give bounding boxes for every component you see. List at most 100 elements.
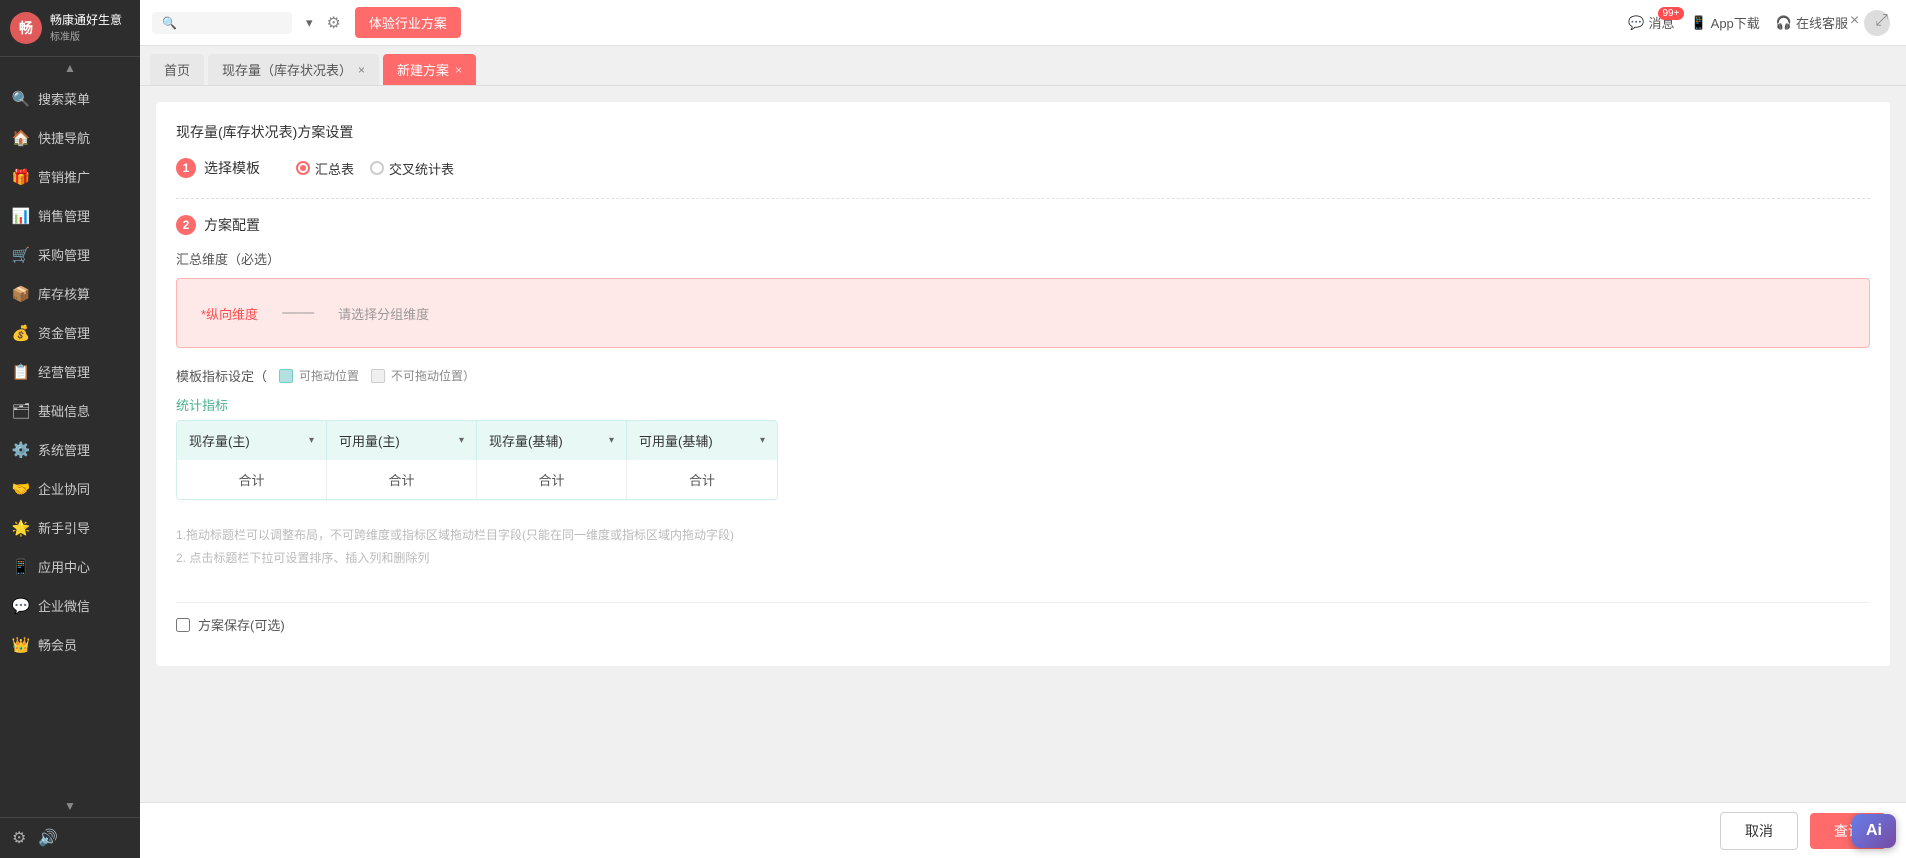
required-text: *纵向维度	[201, 304, 258, 323]
sidebar-item-system[interactable]: ⚙️ 系统管理	[0, 430, 140, 469]
tips-section: 1.拖动标题栏可以调整布局，不可跨维度或指标区域拖动栏目字段(只能在同一维度或指…	[176, 516, 1870, 582]
radio-cross[interactable]: 交叉统计表	[370, 159, 454, 178]
template-radio-group: 汇总表 交叉统计表	[296, 159, 454, 178]
messages-button[interactable]: 💬 消息 99+	[1628, 13, 1674, 32]
page-title: 现存量(库存状况表)方案设置	[176, 122, 1870, 142]
nondrag-box	[371, 369, 385, 383]
col-header-1[interactable]: 可用量(主) ▾	[327, 421, 477, 460]
step2-label: 方案配置	[204, 215, 260, 235]
save-label: 方案保存(可选)	[198, 615, 285, 634]
dimension-pink-box[interactable]: *纵向维度 —— 请选择分组维度	[176, 278, 1870, 348]
sidebar-item-marketing[interactable]: 🎁 营销推广	[0, 157, 140, 196]
chevron-col2[interactable]: ▾	[609, 435, 614, 446]
tab-new-plan[interactable]: 新建方案 ×	[383, 54, 476, 85]
close-icon[interactable]: ×	[1842, 8, 1867, 34]
tab-close-icon[interactable]: ×	[358, 63, 365, 77]
radio-dot-cross	[370, 161, 384, 175]
legend-draggable: 可拖动位置	[279, 367, 359, 384]
step2-header: 2 方案配置	[176, 215, 1870, 235]
indicator-table-body: 合计 合计 合计 合计	[177, 460, 777, 499]
main-area: 🔍 ▾ ⚙ 体验行业方案 💬 消息 99+ 📱 App下载 🎧 在线客服	[140, 0, 1906, 858]
chat-icon: 💬	[12, 597, 30, 615]
app-download-button[interactable]: 📱 App下载	[1690, 13, 1759, 32]
chart-icon: 📊	[12, 207, 30, 225]
col-header-0[interactable]: 现存量(主) ▾	[177, 421, 327, 460]
sidebar-item-label: 搜索菜单	[38, 89, 90, 108]
sidebar-logo: 畅 畅康通好生意 标准版	[0, 0, 140, 57]
dimension-label: 汇总维度（必选）	[176, 249, 1870, 268]
col-body-1: 合计	[327, 460, 477, 499]
expand-icon[interactable]: ⤢	[1867, 8, 1896, 34]
message-badge: 99+	[1658, 7, 1685, 20]
sidebar-item-appstore[interactable]: 📱 应用中心	[0, 547, 140, 586]
col-header-3[interactable]: 可用量(基辅) ▾	[627, 421, 777, 460]
tip-1: 1.拖动标题栏可以调整布局，不可跨维度或指标区域拖动栏目字段(只能在同一维度或指…	[176, 526, 1870, 543]
sidebar-item-label: 畅会员	[38, 635, 77, 654]
radio-summary[interactable]: 汇总表	[296, 159, 354, 178]
phone2-icon: 📱	[1690, 15, 1706, 31]
sidebar-item-wechat[interactable]: 💬 企业微信	[0, 586, 140, 625]
sidebar-item-corp[interactable]: 🤝 企业协同	[0, 469, 140, 508]
step2-num: 2	[176, 215, 196, 235]
trial-button[interactable]: 体验行业方案	[355, 7, 461, 38]
indicator-label: 模板指标设定（	[176, 366, 267, 385]
tab-inventory-status[interactable]: 现存量（库存状况表） ×	[208, 54, 379, 85]
indicator-table-header: 现存量(主) ▾ 可用量(主) ▾ 现存量(基辅) ▾	[177, 421, 777, 460]
save-checkbox[interactable]	[176, 618, 190, 632]
tab-home[interactable]: 首页	[150, 54, 204, 85]
sidebar-item-label: 营销推广	[38, 167, 90, 186]
topbar-search[interactable]: 🔍	[152, 12, 292, 34]
sidebar-item-label: 采购管理	[38, 245, 90, 264]
sidebar-item-sales[interactable]: 📊 销售管理	[0, 196, 140, 235]
sidebar-item-base[interactable]: 🗂 基础信息	[0, 391, 140, 430]
star-icon: 🌟	[12, 519, 30, 537]
col-header-2[interactable]: 现存量(基辅) ▾	[477, 421, 627, 460]
logo-text: 畅康通好生意 标准版	[50, 13, 122, 44]
sidebar-item-member[interactable]: 👑 畅会员	[0, 625, 140, 664]
sidebar-item-finance[interactable]: 💰 资金管理	[0, 313, 140, 352]
chevron-col1[interactable]: ▾	[459, 435, 464, 446]
sidebar-item-purchase[interactable]: 🛒 采购管理	[0, 235, 140, 274]
sidebar-footer: ⚙ 🔊	[0, 817, 140, 858]
handshake-icon: 🤝	[12, 480, 30, 498]
logo-icon: 畅	[10, 12, 42, 44]
box-icon: 📦	[12, 285, 30, 303]
chevron-col0[interactable]: ▾	[309, 435, 314, 446]
chevron-col3[interactable]: ▾	[760, 435, 765, 446]
sidebar-item-label: 企业协同	[38, 479, 90, 498]
tab-close-icon2[interactable]: ×	[455, 63, 462, 77]
search-icon: 🔍	[12, 90, 30, 108]
sidebar-scroll-up[interactable]: ▲	[0, 57, 140, 79]
sidebar-item-label: 新手引导	[38, 518, 90, 537]
draggable-box	[279, 369, 293, 383]
tip-2: 2. 点击标题栏下拉可设置排序、插入列和删除列	[176, 549, 1870, 566]
tab-label: 首页	[164, 60, 190, 79]
audio-icon[interactable]: 🔊	[38, 828, 58, 848]
sidebar-item-label: 企业微信	[38, 596, 90, 615]
chevron-down-icon: ▾	[306, 15, 313, 31]
sidebar-item-inventory[interactable]: 📦 库存核算	[0, 274, 140, 313]
crown-icon: 👑	[12, 636, 30, 654]
stats-label: 统计指标	[176, 395, 1870, 414]
cancel-button[interactable]: 取消	[1720, 812, 1798, 850]
topbar-dropdown[interactable]: ▾	[302, 15, 313, 31]
settings-panel: 现存量(库存状况表)方案设置 1 选择模板 汇总表 交叉统计表	[156, 102, 1890, 666]
sidebar-item-operations[interactable]: 📋 经营管理	[0, 352, 140, 391]
sidebar-item-newbie[interactable]: 🌟 新手引导	[0, 508, 140, 547]
topbar: 🔍 ▾ ⚙ 体验行业方案 💬 消息 99+ 📱 App下载 🎧 在线客服	[140, 0, 1906, 46]
sidebar-item-label: 快捷导航	[38, 128, 90, 147]
dimension-section: 汇总维度（必选） *纵向维度 —— 请选择分组维度	[176, 249, 1870, 348]
arrow: ——	[282, 304, 314, 322]
sidebar-nav: 🔍 搜索菜单 🏠 快捷导航 🎁 营销推广 📊 销售管理 🛒 采购管理 📦 库存核…	[0, 79, 140, 795]
sidebar-item-label: 系统管理	[38, 440, 90, 459]
settings-icon[interactable]: ⚙	[12, 828, 26, 848]
sidebar-item-quicknav[interactable]: 🏠 快捷导航	[0, 118, 140, 157]
sidebar-scroll-down[interactable]: ▼	[0, 795, 140, 817]
col-body-2: 合计	[477, 460, 627, 499]
sidebar-item-label: 经营管理	[38, 362, 90, 381]
ai-float-button[interactable]: Ai	[1852, 814, 1896, 848]
sidebar-item-search[interactable]: 🔍 搜索菜单	[0, 79, 140, 118]
message-icon: 💬	[1628, 15, 1644, 31]
gear-icon[interactable]: ⚙	[323, 13, 345, 33]
sidebar-item-label: 基础信息	[38, 401, 90, 420]
